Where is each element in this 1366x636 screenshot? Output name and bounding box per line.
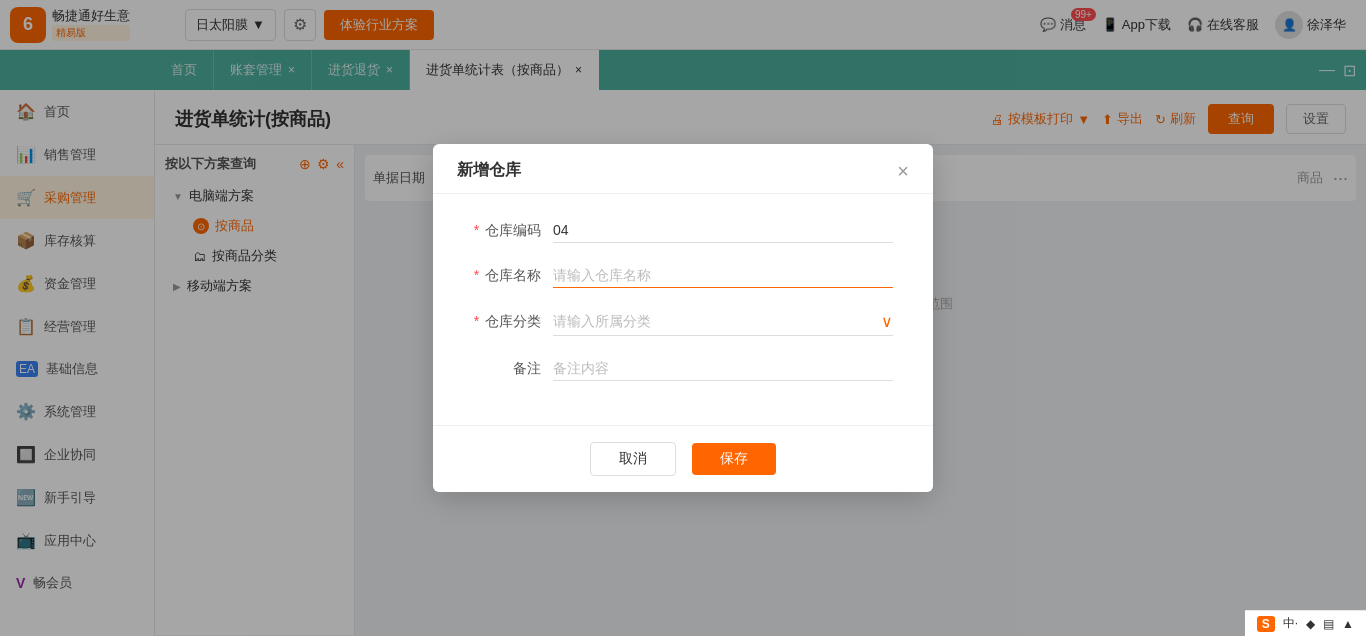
- category-dropdown-icon: ∨: [881, 312, 893, 331]
- status-diamond-icon: ◆: [1306, 617, 1315, 631]
- modal-close-button[interactable]: ×: [897, 161, 909, 181]
- status-zh: 中·: [1283, 615, 1298, 632]
- form-row-category: * 仓库分类 请输入所属分类 ∨: [473, 308, 893, 336]
- modal-body: * 仓库编码 * 仓库名称 * 仓库分类 请输入所属: [433, 194, 933, 425]
- code-input[interactable]: [553, 218, 893, 243]
- cancel-button[interactable]: 取消: [590, 442, 676, 476]
- form-row-code: * 仓库编码: [473, 218, 893, 243]
- note-input[interactable]: [553, 356, 893, 381]
- form-row-note: 备注: [473, 356, 893, 381]
- category-select[interactable]: 请输入所属分类 ∨: [553, 308, 893, 336]
- category-label-text: 仓库分类: [485, 313, 541, 329]
- status-triangle-icon: ▲: [1342, 617, 1354, 631]
- modal-header: 新增仓库 ×: [433, 144, 933, 194]
- form-row-name: * 仓库名称: [473, 263, 893, 288]
- category-label: * 仓库分类: [473, 313, 553, 331]
- required-star-code: *: [474, 222, 479, 238]
- name-input[interactable]: [553, 263, 893, 288]
- required-star-name: *: [474, 267, 479, 283]
- status-s-icon: S: [1257, 616, 1275, 632]
- status-table-icon: ▤: [1323, 617, 1334, 631]
- new-warehouse-modal: 新增仓库 × * 仓库编码 * 仓库名称: [433, 144, 933, 492]
- modal-title: 新增仓库: [457, 160, 521, 181]
- modal-footer: 取消 保存: [433, 425, 933, 492]
- modal-overlay: 新增仓库 × * 仓库编码 * 仓库名称: [0, 0, 1366, 636]
- required-star-category: *: [474, 313, 479, 329]
- name-label: * 仓库名称: [473, 267, 553, 285]
- status-bar: S 中· ◆ ▤ ▲: [1245, 610, 1366, 636]
- code-label-text: 仓库编码: [485, 222, 541, 238]
- name-label-text: 仓库名称: [485, 267, 541, 283]
- category-placeholder: 请输入所属分类: [553, 313, 651, 331]
- save-button[interactable]: 保存: [692, 443, 776, 475]
- note-label: 备注: [473, 360, 553, 378]
- note-label-text: 备注: [513, 360, 541, 376]
- code-label: * 仓库编码: [473, 222, 553, 240]
